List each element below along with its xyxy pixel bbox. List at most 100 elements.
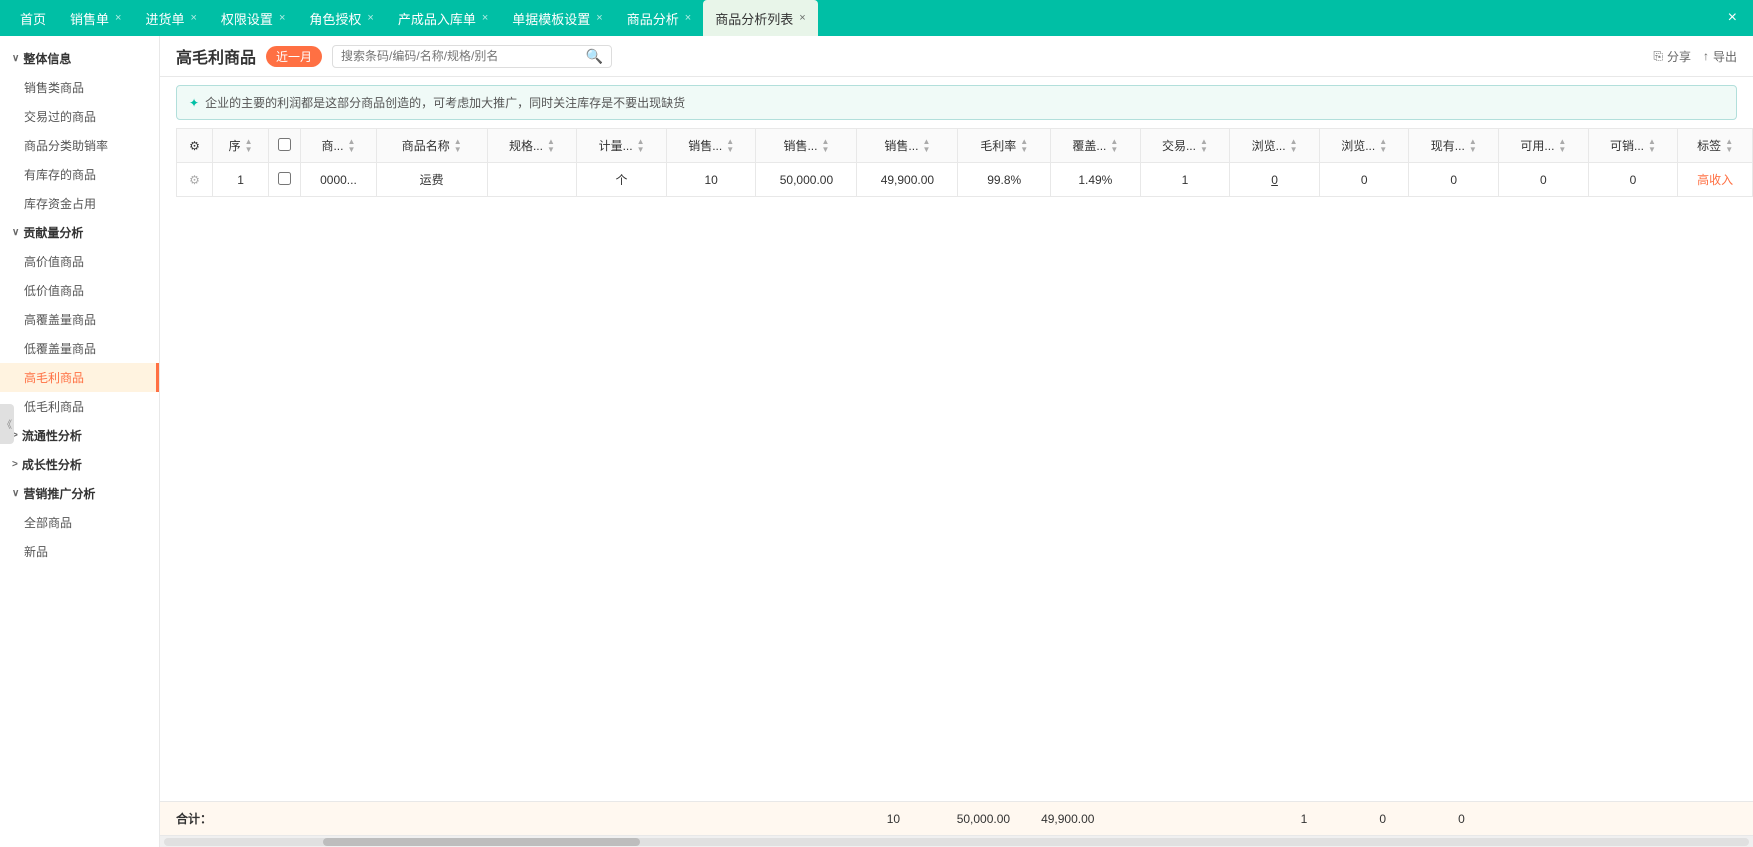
scrollbar-track[interactable]: [164, 838, 1749, 846]
sidebar-item-低价值商品[interactable]: 低价值商品: [0, 276, 159, 305]
sort-icon-browse1: ▲▼: [1290, 138, 1298, 154]
nav-item-商品分析列表[interactable]: 商品分析列表×: [703, 0, 817, 36]
nav-item-权限设置[interactable]: 权限设置×: [209, 0, 297, 36]
search-icon[interactable]: 🔍: [586, 48, 603, 65]
search-input[interactable]: [341, 49, 586, 63]
select-all-checkbox[interactable]: [278, 138, 291, 151]
cell-browse1[interactable]: 0: [1230, 163, 1320, 197]
sidebar-item-销售类商品[interactable]: 销售类商品: [0, 73, 159, 102]
col-header-transactions[interactable]: 交易...▲▼: [1140, 129, 1230, 163]
nav-close-icon[interactable]: ×: [482, 12, 488, 24]
section-arrow-icon: ∨: [12, 488, 19, 499]
col-header-gross_margin[interactable]: 毛利率▲▼: [958, 129, 1051, 163]
col-header-code[interactable]: 商...▲▼: [301, 129, 377, 163]
close-all-button[interactable]: ×: [1720, 9, 1745, 27]
nav-close-icon[interactable]: ×: [190, 12, 196, 24]
sidebar-item-低覆盖量商品[interactable]: 低覆盖量商品: [0, 334, 159, 363]
nav-item-单据模板设置[interactable]: 单据模板设置×: [500, 0, 614, 36]
table-container[interactable]: ⚙序▲▼商...▲▼商品名称▲▼规格...▲▼计量...▲▼销售...▲▼销售.…: [160, 128, 1753, 801]
col-header-sales_qty[interactable]: 销售...▲▼: [666, 129, 756, 163]
footer-cell-available: [1580, 812, 1659, 826]
sidebar-item-新品[interactable]: 新品: [0, 537, 159, 566]
sidebar-section-营销推广分析[interactable]: ∨营销推广分析: [0, 479, 159, 508]
sidebar-section-整体信息[interactable]: ∨ 整体信息: [0, 44, 159, 73]
sidebar-item-高毛利商品[interactable]: 高毛利商品: [0, 363, 159, 392]
sidebar-section-成长性分析[interactable]: >成长性分析: [0, 450, 159, 479]
col-label-browse1: 浏览...: [1252, 137, 1286, 154]
nav-item-进货单[interactable]: 进货单×: [133, 0, 208, 36]
row-checkbox[interactable]: [278, 172, 291, 185]
filter-button[interactable]: 近一月: [266, 46, 322, 67]
nav-item-商品分析[interactable]: 商品分析×: [615, 0, 703, 36]
col-header-spec[interactable]: 规格...▲▼: [487, 129, 577, 163]
nav-item-销售单[interactable]: 销售单×: [58, 0, 133, 36]
col-label-name: 商品名称: [402, 137, 450, 154]
cell-index: 1: [213, 163, 269, 197]
footer-cell-browse1: 0: [1343, 812, 1422, 826]
sidebar-section-流通性分析[interactable]: >流通性分析: [0, 421, 159, 450]
col-header-name[interactable]: 商品名称▲▼: [376, 129, 487, 163]
col-header-coverage[interactable]: 覆盖...▲▼: [1051, 129, 1141, 163]
nav-close-icon[interactable]: ×: [685, 12, 691, 24]
nav-item-角色授权[interactable]: 角色授权×: [297, 0, 385, 36]
sidebar-item-全部商品[interactable]: 全部商品: [0, 508, 159, 537]
sidebar-section-贡献量分析[interactable]: ∨贡献量分析: [0, 218, 159, 247]
sidebar-item-高价值商品[interactable]: 高价值商品: [0, 247, 159, 276]
section-title-label: 整体信息: [23, 50, 71, 67]
col-header-sales_profit[interactable]: 销售...▲▼: [857, 129, 958, 163]
info-icon: ✦: [189, 96, 199, 110]
export-button[interactable]: ↑ 导出: [1703, 48, 1737, 65]
sort-icon-index: ▲▼: [245, 138, 253, 154]
sort-icon-unit: ▲▼: [637, 138, 645, 154]
browse-link[interactable]: 0: [1271, 173, 1278, 187]
col-header-unit[interactable]: 计量...▲▼: [577, 129, 667, 163]
row-settings[interactable]: ⚙: [177, 163, 213, 197]
sort-icon-browse2: ▲▼: [1379, 138, 1387, 154]
search-box: 🔍: [332, 45, 612, 68]
nav-item-产成品入库单[interactable]: 产成品入库单×: [386, 0, 500, 36]
scrollbar-thumb[interactable]: [323, 838, 640, 846]
col-label-sales_qty: 销售...: [688, 137, 722, 154]
col-header-browse2[interactable]: 浏览...▲▼: [1319, 129, 1409, 163]
sidebar-collapse-button[interactable]: 《: [0, 404, 14, 444]
section-arrow-icon: ∨: [12, 53, 19, 64]
sidebar-item-商品分类助销率[interactable]: 商品分类助销率: [0, 131, 159, 160]
horizontal-scrollbar[interactable]: [160, 835, 1753, 847]
sidebar-item-有库存的商品[interactable]: 有库存的商品: [0, 160, 159, 189]
col-header-check[interactable]: [269, 129, 301, 163]
footer-cell-current_stock: [1501, 812, 1580, 826]
collapse-icon: 《: [2, 416, 12, 431]
cell-name[interactable]: 运费: [376, 163, 487, 197]
main-layout: ∨ 整体信息销售类商品交易过的商品商品分类助销率有库存的商品库存资金占用∨贡献量分…: [0, 36, 1753, 847]
col-label-available: 可用...: [1520, 137, 1554, 154]
col-header-sales_amount[interactable]: 销售...▲▼: [756, 129, 857, 163]
sidebar-item-高覆盖量商品[interactable]: 高覆盖量商品: [0, 305, 159, 334]
nav-item-首页[interactable]: 首页: [8, 0, 58, 36]
share-button[interactable]: ⎘ 分享: [1653, 48, 1691, 65]
sidebar-item-低毛利商品[interactable]: 低毛利商品: [0, 392, 159, 421]
nav-close-icon[interactable]: ×: [367, 12, 373, 24]
row-settings-icon[interactable]: ⚙: [189, 173, 200, 187]
col-header-index[interactable]: 序▲▼: [213, 129, 269, 163]
cell-browse2: 0: [1319, 163, 1409, 197]
col-header-available[interactable]: 可用...▲▼: [1499, 129, 1589, 163]
col-header-salable[interactable]: 可销...▲▼: [1588, 129, 1678, 163]
col-header-tag[interactable]: 标签▲▼: [1678, 129, 1753, 163]
tag-badge: 高收入: [1697, 173, 1733, 187]
cell-sales_amount: 50,000.00: [756, 163, 857, 197]
settings-column-header[interactable]: ⚙: [177, 129, 213, 163]
nav-close-icon[interactable]: ×: [115, 12, 121, 24]
nav-close-icon[interactable]: ×: [596, 12, 602, 24]
cell-current_stock: 0: [1409, 163, 1499, 197]
nav-close-icon[interactable]: ×: [799, 12, 805, 24]
col-label-transactions: 交易...: [1162, 137, 1196, 154]
nav-close-icon[interactable]: ×: [279, 12, 285, 24]
content-header: 高毛利商品 近一月 🔍 ⎘ 分享 ↑ 导出: [160, 36, 1753, 77]
footer-cell-name: [612, 812, 691, 826]
settings-icon[interactable]: ⚙: [189, 139, 200, 153]
sidebar-item-交易过的商品[interactable]: 交易过的商品: [0, 102, 159, 131]
col-header-current_stock[interactable]: 现有...▲▼: [1409, 129, 1499, 163]
col-header-browse1[interactable]: 浏览...▲▼: [1230, 129, 1320, 163]
sidebar-item-库存资金占用[interactable]: 库存资金占用: [0, 189, 159, 218]
sort-icon-code: ▲▼: [347, 138, 355, 154]
